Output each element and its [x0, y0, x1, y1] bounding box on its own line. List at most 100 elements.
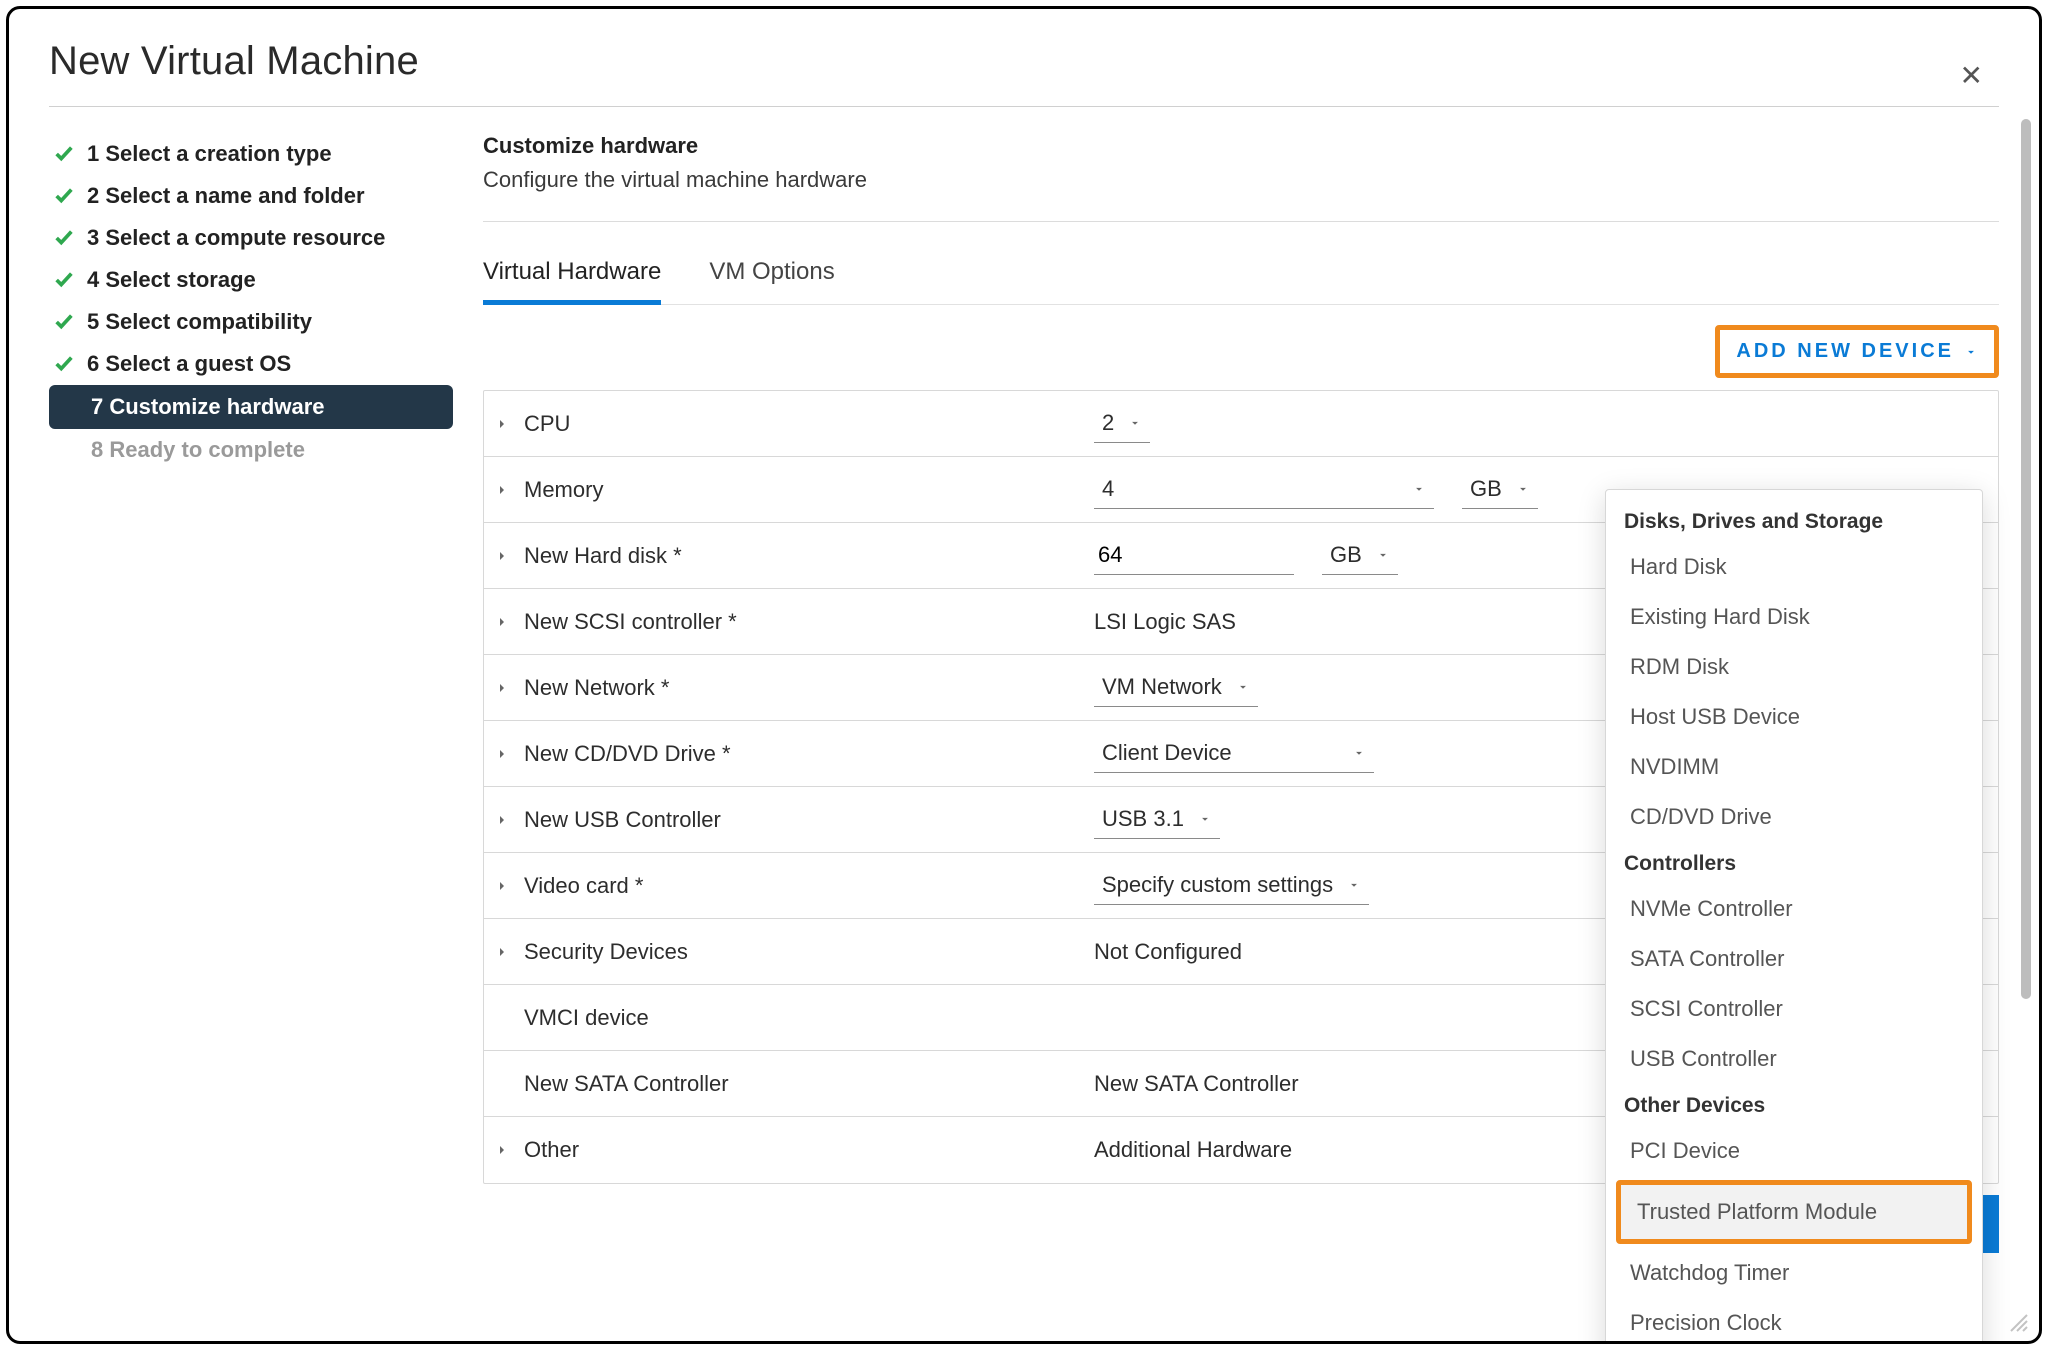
step-2[interactable]: 2 Select a name and folder [49, 175, 453, 217]
check-icon [53, 185, 75, 207]
chevron-right-icon [494, 680, 510, 696]
usb-select[interactable]: USB 3.1 [1094, 800, 1220, 839]
chevron-down-icon [1412, 482, 1426, 496]
step-1[interactable]: 1 Select a creation type [49, 133, 453, 175]
tab-vm-options[interactable]: VM Options [709, 258, 834, 305]
chevron-down-icon [1347, 878, 1361, 892]
tabs: Virtual Hardware VM Options [483, 258, 1999, 305]
menu-item-sata-controller[interactable]: SATA Controller [1606, 934, 1982, 984]
menu-item-existing-hard-disk[interactable]: Existing Hard Disk [1606, 592, 1982, 642]
menu-item-rdm-disk[interactable]: RDM Disk [1606, 642, 1982, 692]
cddvd-value: Client Device [1102, 740, 1232, 766]
chevron-down-icon [1198, 812, 1212, 826]
resize-handle-icon[interactable] [2009, 1313, 2029, 1333]
row-cpu[interactable]: CPU 2 [484, 391, 1998, 457]
memory-select[interactable]: 4 [1094, 470, 1434, 509]
chevron-down-icon [1964, 345, 1978, 359]
chevron-down-icon [1352, 746, 1366, 760]
other-value: Additional Hardware [1094, 1137, 1292, 1163]
row-label: Video card * [524, 873, 643, 899]
video-value: Specify custom settings [1102, 872, 1333, 898]
security-value: Not Configured [1094, 939, 1242, 965]
network-value: VM Network [1102, 674, 1222, 700]
chevron-right-icon [494, 482, 510, 498]
menu-item-cddvd[interactable]: CD/DVD Drive [1606, 792, 1982, 842]
vertical-scrollbar[interactable] [2021, 119, 2031, 999]
scsi-value: LSI Logic SAS [1094, 609, 1236, 635]
chevron-right-icon [494, 614, 510, 630]
add-device-bar: ADD NEW DEVICE [483, 305, 1999, 378]
cddvd-select[interactable]: Client Device [1094, 734, 1374, 773]
memory-unit: GB [1470, 476, 1502, 502]
menu-item-scsi-controller[interactable]: SCSI Controller [1606, 984, 1982, 1034]
divider [483, 221, 1999, 222]
row-label: New Network * [524, 675, 669, 701]
menu-item-watchdog-timer[interactable]: Watchdog Timer [1606, 1248, 1982, 1298]
step-4[interactable]: 4 Select storage [49, 259, 453, 301]
step-label: 3 Select a compute resource [87, 225, 385, 251]
step-label: 8 Ready to complete [91, 437, 305, 463]
section-title: Customize hardware [483, 133, 1999, 159]
add-new-device-button[interactable]: ADD NEW DEVICE [1715, 325, 1999, 378]
row-label: New SATA Controller [494, 1071, 729, 1097]
chevron-right-icon [494, 878, 510, 894]
row-label: Memory [524, 477, 603, 503]
chevron-down-icon [1516, 482, 1530, 496]
row-label: New USB Controller [524, 807, 721, 833]
chevron-right-icon [494, 944, 510, 960]
add-new-device-label: ADD NEW DEVICE [1736, 340, 1954, 363]
step-3[interactable]: 3 Select a compute resource [49, 217, 453, 259]
menu-header-controllers: Controllers [1606, 842, 1982, 884]
video-select[interactable]: Specify custom settings [1094, 866, 1369, 905]
step-label: 7 Customize hardware [91, 394, 325, 420]
menu-item-precision-clock[interactable]: Precision Clock [1606, 1298, 1982, 1344]
memory-unit-select[interactable]: GB [1462, 470, 1538, 509]
menu-item-tpm-highlighted[interactable]: Trusted Platform Module [1616, 1180, 1972, 1244]
row-label: Security Devices [524, 939, 688, 965]
chevron-down-icon [1236, 680, 1250, 694]
menu-header-storage: Disks, Drives and Storage [1606, 500, 1982, 542]
step-label: 5 Select compatibility [87, 309, 312, 335]
memory-value: 4 [1102, 476, 1114, 502]
step-label: 4 Select storage [87, 267, 256, 293]
check-icon [53, 143, 75, 165]
wizard-steps: 1 Select a creation type 2 Select a name… [49, 133, 473, 1315]
divider [49, 106, 1999, 107]
check-icon [53, 353, 75, 375]
sata-value: New SATA Controller [1094, 1071, 1299, 1097]
step-7-active[interactable]: 7 Customize hardware [49, 385, 453, 429]
close-icon[interactable]: ✕ [1960, 59, 1983, 92]
network-select[interactable]: VM Network [1094, 668, 1258, 707]
menu-item-hard-disk[interactable]: Hard Disk [1606, 542, 1982, 592]
row-label: New SCSI controller * [524, 609, 737, 635]
cpu-select[interactable]: 2 [1094, 404, 1150, 443]
harddisk-unit-select[interactable]: GB [1322, 536, 1398, 575]
section-subtitle: Configure the virtual machine hardware [483, 167, 1999, 193]
row-label: New Hard disk * [524, 543, 682, 569]
chevron-right-icon [494, 416, 510, 432]
menu-item-nvdimm[interactable]: NVDIMM [1606, 742, 1982, 792]
menu-header-other: Other Devices [1606, 1084, 1982, 1126]
chevron-right-icon [494, 548, 510, 564]
menu-item-host-usb[interactable]: Host USB Device [1606, 692, 1982, 742]
row-label: CPU [524, 411, 570, 437]
step-6[interactable]: 6 Select a guest OS [49, 343, 453, 385]
scrollbar-thumb[interactable] [2021, 119, 2031, 999]
menu-item-nvme-controller[interactable]: NVMe Controller [1606, 884, 1982, 934]
step-label: 1 Select a creation type [87, 141, 332, 167]
menu-item-pci-device[interactable]: PCI Device [1606, 1126, 1982, 1176]
chevron-right-icon [494, 746, 510, 762]
unit-value: GB [1330, 542, 1362, 568]
harddisk-size-input[interactable] [1094, 536, 1294, 575]
wizard-content: Customize hardware Configure the virtual… [473, 133, 1999, 1315]
chevron-right-icon [494, 812, 510, 828]
tab-virtual-hardware[interactable]: Virtual Hardware [483, 258, 661, 305]
usb-value: USB 3.1 [1102, 806, 1184, 832]
check-icon [53, 311, 75, 333]
chevron-down-icon [1128, 416, 1142, 430]
row-label: New CD/DVD Drive * [524, 741, 731, 767]
step-5[interactable]: 5 Select compatibility [49, 301, 453, 343]
step-8: 8 Ready to complete [49, 429, 453, 471]
menu-item-usb-controller[interactable]: USB Controller [1606, 1034, 1982, 1084]
chevron-right-icon [494, 1142, 510, 1158]
